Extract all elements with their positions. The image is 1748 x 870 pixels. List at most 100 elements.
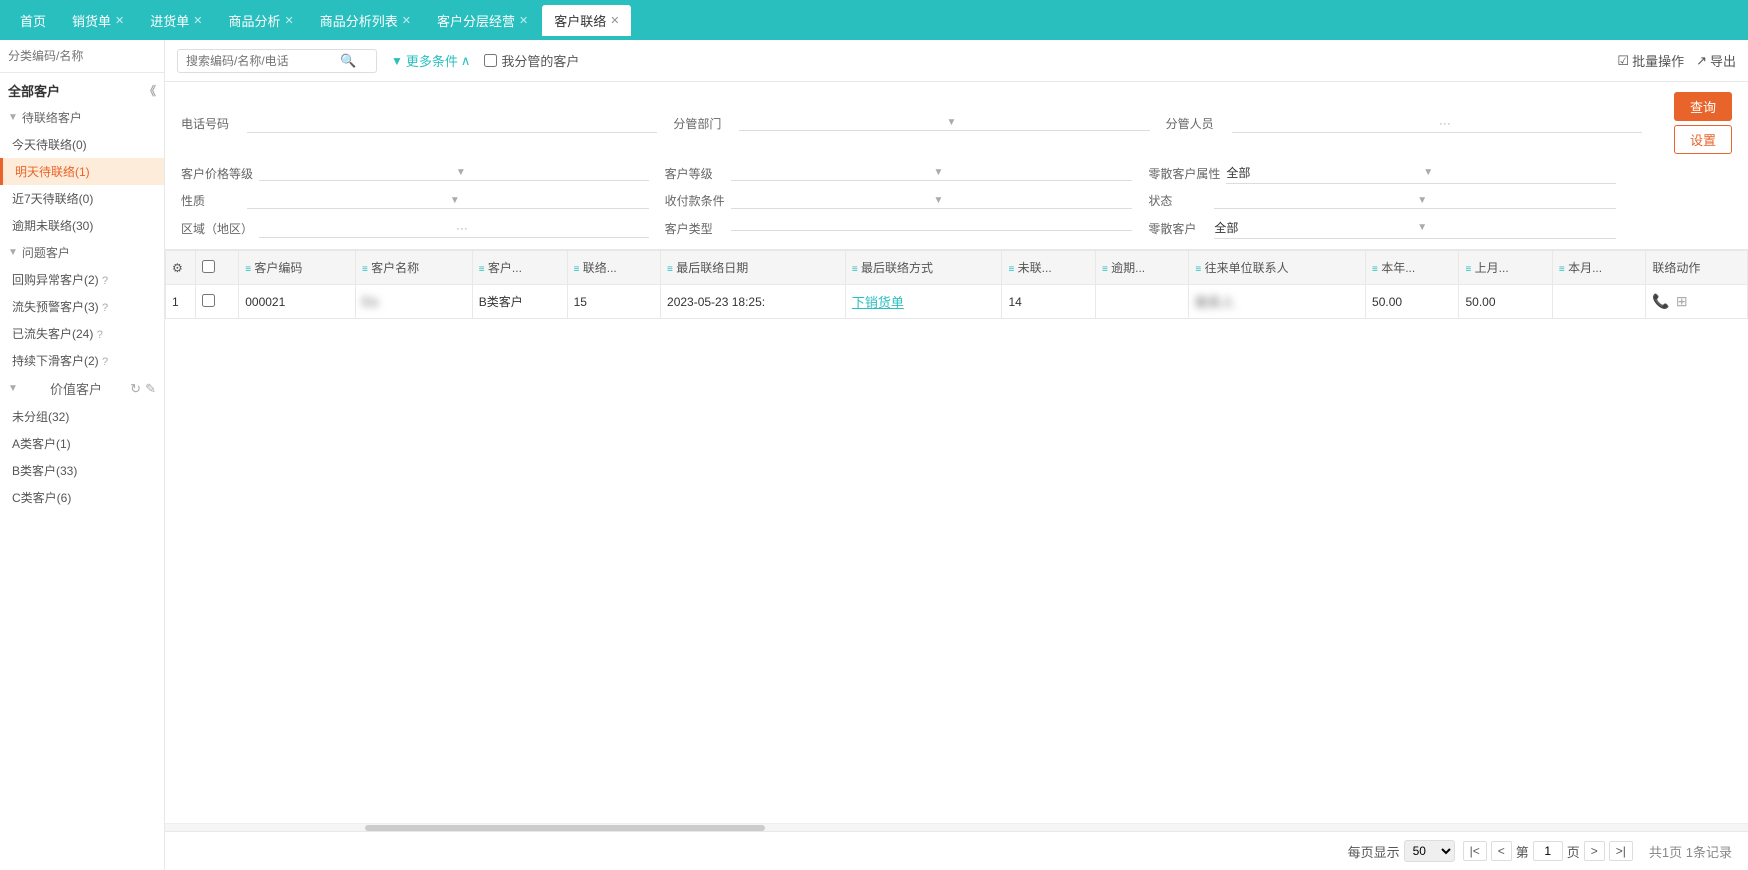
query-button[interactable]: 查询 [1674,92,1732,121]
sidebar-group-value-customers[interactable]: 价值客户 ↻ ✎ [0,374,164,403]
page-number-input[interactable] [1533,841,1563,861]
filter-price-level-label: 客户价格等级 [181,165,253,182]
close-icon[interactable]: ✕ [285,14,294,27]
more-filter-button[interactable]: ▼ 更多条件 ∧ [385,48,476,73]
close-icon[interactable]: ✕ [193,14,202,27]
sidebar-item-class-c[interactable]: C类客户(6) [0,484,164,511]
prev-page-button[interactable]: < [1491,841,1512,861]
row-last-method: 下销货单 [845,285,1002,319]
scrollbar-thumb[interactable] [365,825,765,831]
nav-product-analysis-list[interactable]: 商品分析列表 ✕ [308,5,423,36]
col-no-contact: ≡ 未联... [1002,251,1095,285]
nav-home[interactable]: 首页 [8,5,58,36]
nav-purchase-order[interactable]: 进货单 ✕ [138,5,214,36]
filter-retail-customer-label: 零散客户 [1148,220,1208,237]
filter-icon: ▼ [391,54,403,68]
filter-status-select[interactable]: ▼ [1214,193,1616,209]
horizontal-scrollbar[interactable] [165,823,1748,831]
sidebar-item-churn-warning[interactable]: 流失预警客户(3) ? [0,293,164,320]
filter-customer-type-label: 客户类型 [665,220,725,237]
my-customers-checkbox-group[interactable]: 我分管的客户 [484,51,579,70]
row-code: 000021 [239,285,356,319]
nav-sales-order[interactable]: 销货单 ✕ [60,5,136,36]
chevron-down-icon: ▼ [450,195,649,206]
close-icon[interactable]: ✕ [610,14,619,27]
settings-button[interactable]: 设置 [1674,125,1732,154]
select-all-checkbox[interactable] [202,260,215,273]
chevron-down-icon: ▼ [947,117,1150,128]
row-select-checkbox[interactable] [202,294,215,307]
chevron-down-icon: ▼ [934,167,1133,178]
close-icon[interactable]: ✕ [115,14,124,27]
collapse-icon[interactable]: 《 [144,82,156,99]
filter-row-4: 区域（地区） ··· 客户类型 零散客户 全部 ▼ [181,217,1732,239]
phone-action-icon[interactable]: 📞 [1652,293,1669,310]
filter-customer-type-select[interactable] [731,226,1133,231]
export-button[interactable]: ↗ 导出 [1696,51,1736,70]
filter-nature-select[interactable]: ▼ [247,193,649,209]
row-checkbox [196,285,239,319]
nav-customer-contact[interactable]: 客户联络 ✕ [542,5,631,36]
page-size-select[interactable]: 50 100 200 [1404,840,1455,862]
filter-price-level-select[interactable]: ▼ [259,165,649,181]
col-last-date: ≡ 最后联络日期 [661,251,846,285]
filter-price-level: 客户价格等级 ▼ [181,165,649,182]
filter-row-2: 客户价格等级 ▼ 客户等级 ▼ 零散客户属性 全部 [181,162,1732,184]
sidebar-item-class-b[interactable]: B类客户(33) [0,457,164,484]
row-last-date: 2023-05-23 18:25: [661,285,846,319]
main-layout: 🔍 全部客户 《 待联络客户 今天待联络(0) 明天待联络(1) 近7天待联络(… [0,40,1748,870]
filter-manager-select[interactable]: ··· [1232,114,1642,133]
filter-payment-terms-select[interactable]: ▼ [731,193,1133,209]
sidebar-item-tomorrow-pending[interactable]: 明天待联络(1) [0,158,164,185]
next-page-button[interactable]: > [1584,841,1605,861]
nav-product-analysis[interactable]: 商品分析 ✕ [216,5,305,36]
my-customers-checkbox[interactable] [484,54,497,67]
filter-retail-attr: 零散客户属性 全部 ▼ [1148,162,1616,184]
col-checkbox [196,251,239,285]
sidebar-item-class-a[interactable]: A类客户(1) [0,430,164,457]
sidebar-group-problem-customers[interactable]: 问题客户 [0,239,164,266]
sidebar-item-7days-pending[interactable]: 近7天待联络(0) [0,185,164,212]
filter-retail-customer-select[interactable]: 全部 ▼ [1214,217,1616,239]
row-overdue [1095,285,1188,319]
sidebar-search-input[interactable] [8,49,163,63]
toolbar-search-icon[interactable]: 🔍 [340,53,356,69]
search-input[interactable] [186,54,336,68]
batch-action-button[interactable]: ☑ 批量操作 [1617,51,1684,70]
sidebar-group-pending-contact[interactable]: 待联络客户 [0,104,164,131]
sidebar-item-churned[interactable]: 已流失客户(24) ? [0,320,164,347]
first-page-button[interactable]: |< [1463,841,1487,861]
chevron-down-icon: ▼ [1423,167,1616,178]
last-page-button[interactable]: >| [1609,841,1633,861]
row-type: B类客户 [472,285,567,319]
col-name: ≡ 客户名称 [355,251,472,285]
sidebar-search-bar: 🔍 [0,40,164,73]
sidebar-item-abnormal-repurchase[interactable]: 回购异常客户(2) ? [0,266,164,293]
grid-action-icon[interactable]: ⊞ [1676,293,1688,310]
filter-retail-attr-select[interactable]: 全部 ▼ [1226,162,1616,184]
filter-region: 区域（地区） ··· [181,219,649,238]
col-this-month: ≡ 本月... [1552,251,1645,285]
edit-icon[interactable]: ✎ [145,381,156,397]
close-icon[interactable]: ✕ [519,14,528,27]
col-contacts: ≡ 联络... [567,251,660,285]
filter-phone-input[interactable] [247,114,657,133]
row-year-amount: 50.00 [1366,285,1459,319]
col-settings[interactable]: ⚙ [166,251,196,285]
filter-dept-select[interactable]: ▼ [739,115,1149,131]
export-icon: ↗ [1696,53,1707,69]
sidebar-item-today-pending[interactable]: 今天待联络(0) [0,131,164,158]
row-action: 📞 ⊞ [1646,285,1748,319]
close-icon[interactable]: ✕ [402,14,411,27]
customer-table: ⚙ ≡ 客户编码 ≡ 客户名称 ≡ 客户... ≡ 联络... ≡ 最后联络日期… [165,250,1748,319]
row-name: Ea [355,285,472,319]
filter-customer-level-select[interactable]: ▼ [731,165,1133,181]
sidebar-item-ungrouped[interactable]: 未分组(32) [0,403,164,430]
nav-customer-segmentation[interactable]: 客户分层经营 ✕ [425,5,540,36]
filter-retail-customer: 零散客户 全部 ▼ [1148,217,1616,239]
sidebar-item-overdue-contact[interactable]: 逾期未联络(30) [0,212,164,239]
sidebar-item-declining[interactable]: 持续下滑客户(2) ? [0,347,164,374]
filter-region-select[interactable]: ··· [259,219,649,238]
refresh-icon[interactable]: ↻ [130,381,141,397]
dots-icon: ··· [456,221,649,235]
